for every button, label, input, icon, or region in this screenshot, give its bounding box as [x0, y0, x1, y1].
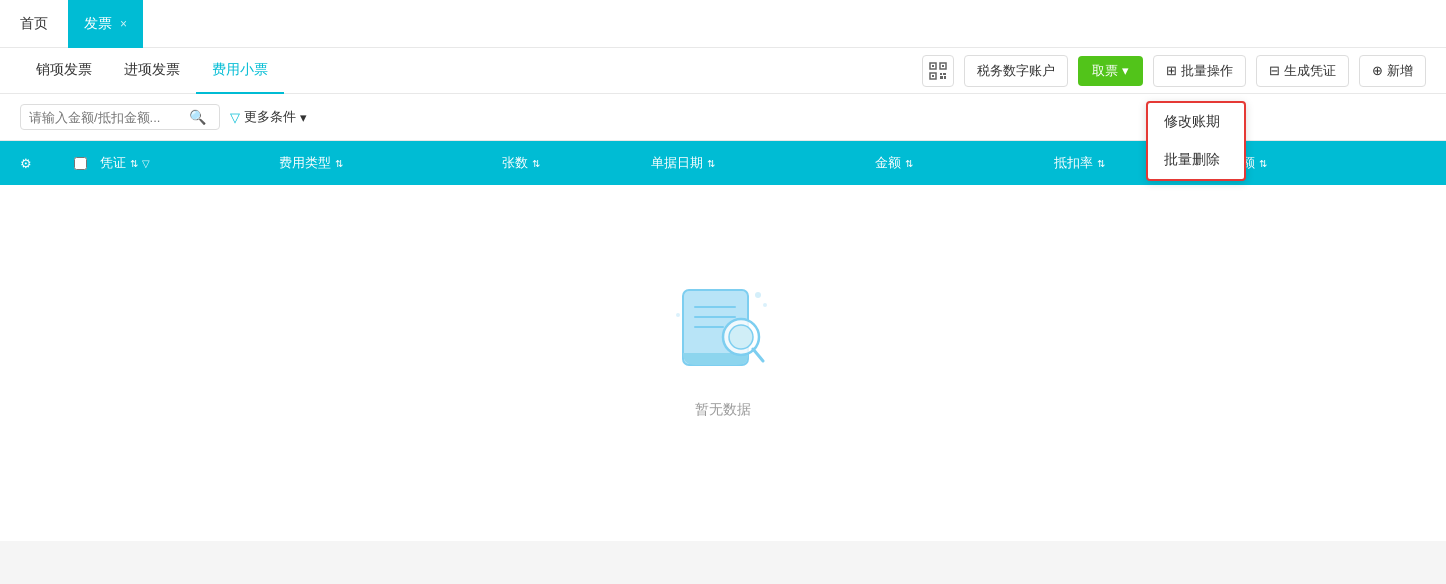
svg-rect-3 — [942, 65, 944, 67]
empty-state-illustration — [663, 265, 783, 385]
sort-voucher-icon[interactable]: ⇅ — [130, 158, 138, 169]
svg-rect-8 — [940, 76, 943, 79]
batch-ops-dropdown: 修改账期 批量删除 — [1146, 101, 1246, 181]
sub-nav-tabs: 销项发票 进项发票 费用小票 — [20, 48, 284, 94]
top-navigation: 首页 发票 × — [0, 0, 1446, 48]
th-checkbox[interactable] — [60, 157, 100, 170]
sub-navigation: 销项发票 进项发票 费用小票 税务数字账户 — [0, 48, 1446, 94]
svg-rect-7 — [943, 73, 946, 75]
svg-rect-9 — [944, 76, 946, 79]
close-tab-icon[interactable]: × — [120, 17, 127, 31]
sort-amount-icon[interactable]: ⇅ — [905, 158, 913, 169]
select-all-checkbox[interactable] — [74, 157, 87, 170]
home-tab[interactable]: 首页 — [0, 0, 68, 48]
filter-funnel-icon: ▽ — [230, 110, 240, 125]
tab-sales-invoice[interactable]: 销项发票 — [20, 48, 108, 94]
sort-count-icon[interactable]: ⇅ — [532, 158, 540, 169]
get-ticket-dropdown-icon: ▾ — [1122, 63, 1129, 78]
more-filter-label: 更多条件 — [244, 108, 296, 126]
svg-rect-1 — [932, 65, 934, 67]
svg-point-19 — [755, 292, 761, 298]
generate-voucher-button[interactable]: ⊟ 生成凭证 — [1256, 55, 1349, 87]
filter-voucher-icon[interactable]: ▽ — [142, 158, 150, 169]
voucher-icon: ⊟ — [1269, 63, 1280, 78]
add-icon: ⊕ — [1372, 63, 1383, 78]
qrcode-icon — [929, 62, 947, 80]
invoice-tab[interactable]: 发票 × — [68, 0, 143, 48]
search-icon: 🔍 — [189, 109, 206, 125]
svg-line-18 — [753, 349, 763, 361]
dropdown-item-batch-delete[interactable]: 批量删除 — [1148, 141, 1244, 179]
svg-point-20 — [763, 303, 767, 307]
more-filter-chevron: ▾ — [300, 110, 307, 125]
batch-ops-container: ⊞ 批量操作 修改账期 批量删除 — [1153, 55, 1246, 87]
qrcode-button[interactable] — [922, 55, 954, 87]
search-input-wrap[interactable]: 🔍 — [20, 104, 220, 130]
th-count: 张数 ⇅ — [502, 154, 651, 172]
sort-type-icon[interactable]: ⇅ — [335, 158, 343, 169]
tax-account-button[interactable]: 税务数字账户 — [964, 55, 1068, 87]
invoice-tab-label: 发票 — [84, 15, 112, 33]
empty-state-text: 暂无数据 — [695, 401, 751, 419]
svg-point-17 — [729, 325, 753, 349]
sort-deduct-icon[interactable]: ⇅ — [1259, 158, 1267, 169]
empty-state: 暂无数据 — [0, 185, 1446, 459]
sort-rate-icon[interactable]: ⇅ — [1097, 158, 1105, 169]
th-voucher: 凭证 ⇅ ▽ — [100, 154, 279, 172]
more-filter-button[interactable]: ▽ 更多条件 ▾ — [230, 108, 307, 126]
th-amount: 金额 ⇅ — [875, 154, 1054, 172]
dropdown-item-change-period[interactable]: 修改账期 — [1148, 103, 1244, 141]
sort-date-icon[interactable]: ⇅ — [707, 158, 715, 169]
get-ticket-button[interactable]: 取票 ▾ — [1078, 56, 1143, 86]
sub-nav-actions: 税务数字账户 取票 ▾ ⊞ 批量操作 修改账期 批量删除 ⊟ 生成凭证 ⊕ — [922, 55, 1426, 87]
th-date: 单据日期 ⇅ — [651, 154, 874, 172]
search-input[interactable] — [29, 110, 189, 125]
batch-ops-icon: ⊞ — [1166, 63, 1177, 78]
settings-icon: ⚙ — [20, 156, 32, 171]
th-expense-type: 费用类型 ⇅ — [279, 154, 502, 172]
content-area: ⚙ 凭证 ⇅ ▽ 费用类型 ⇅ 张数 ⇅ 单据日期 ⇅ 金额 ⇅ 抵扣率 ⇅ — [0, 141, 1446, 541]
svg-rect-5 — [932, 75, 934, 77]
th-settings[interactable]: ⚙ — [20, 156, 60, 171]
batch-ops-button[interactable]: ⊞ 批量操作 — [1153, 55, 1246, 87]
svg-rect-6 — [940, 73, 942, 75]
add-button[interactable]: ⊕ 新增 — [1359, 55, 1426, 87]
svg-point-21 — [676, 313, 680, 317]
tab-purchase-invoice[interactable]: 进项发票 — [108, 48, 196, 94]
tab-expense-receipt[interactable]: 费用小票 — [196, 48, 284, 94]
